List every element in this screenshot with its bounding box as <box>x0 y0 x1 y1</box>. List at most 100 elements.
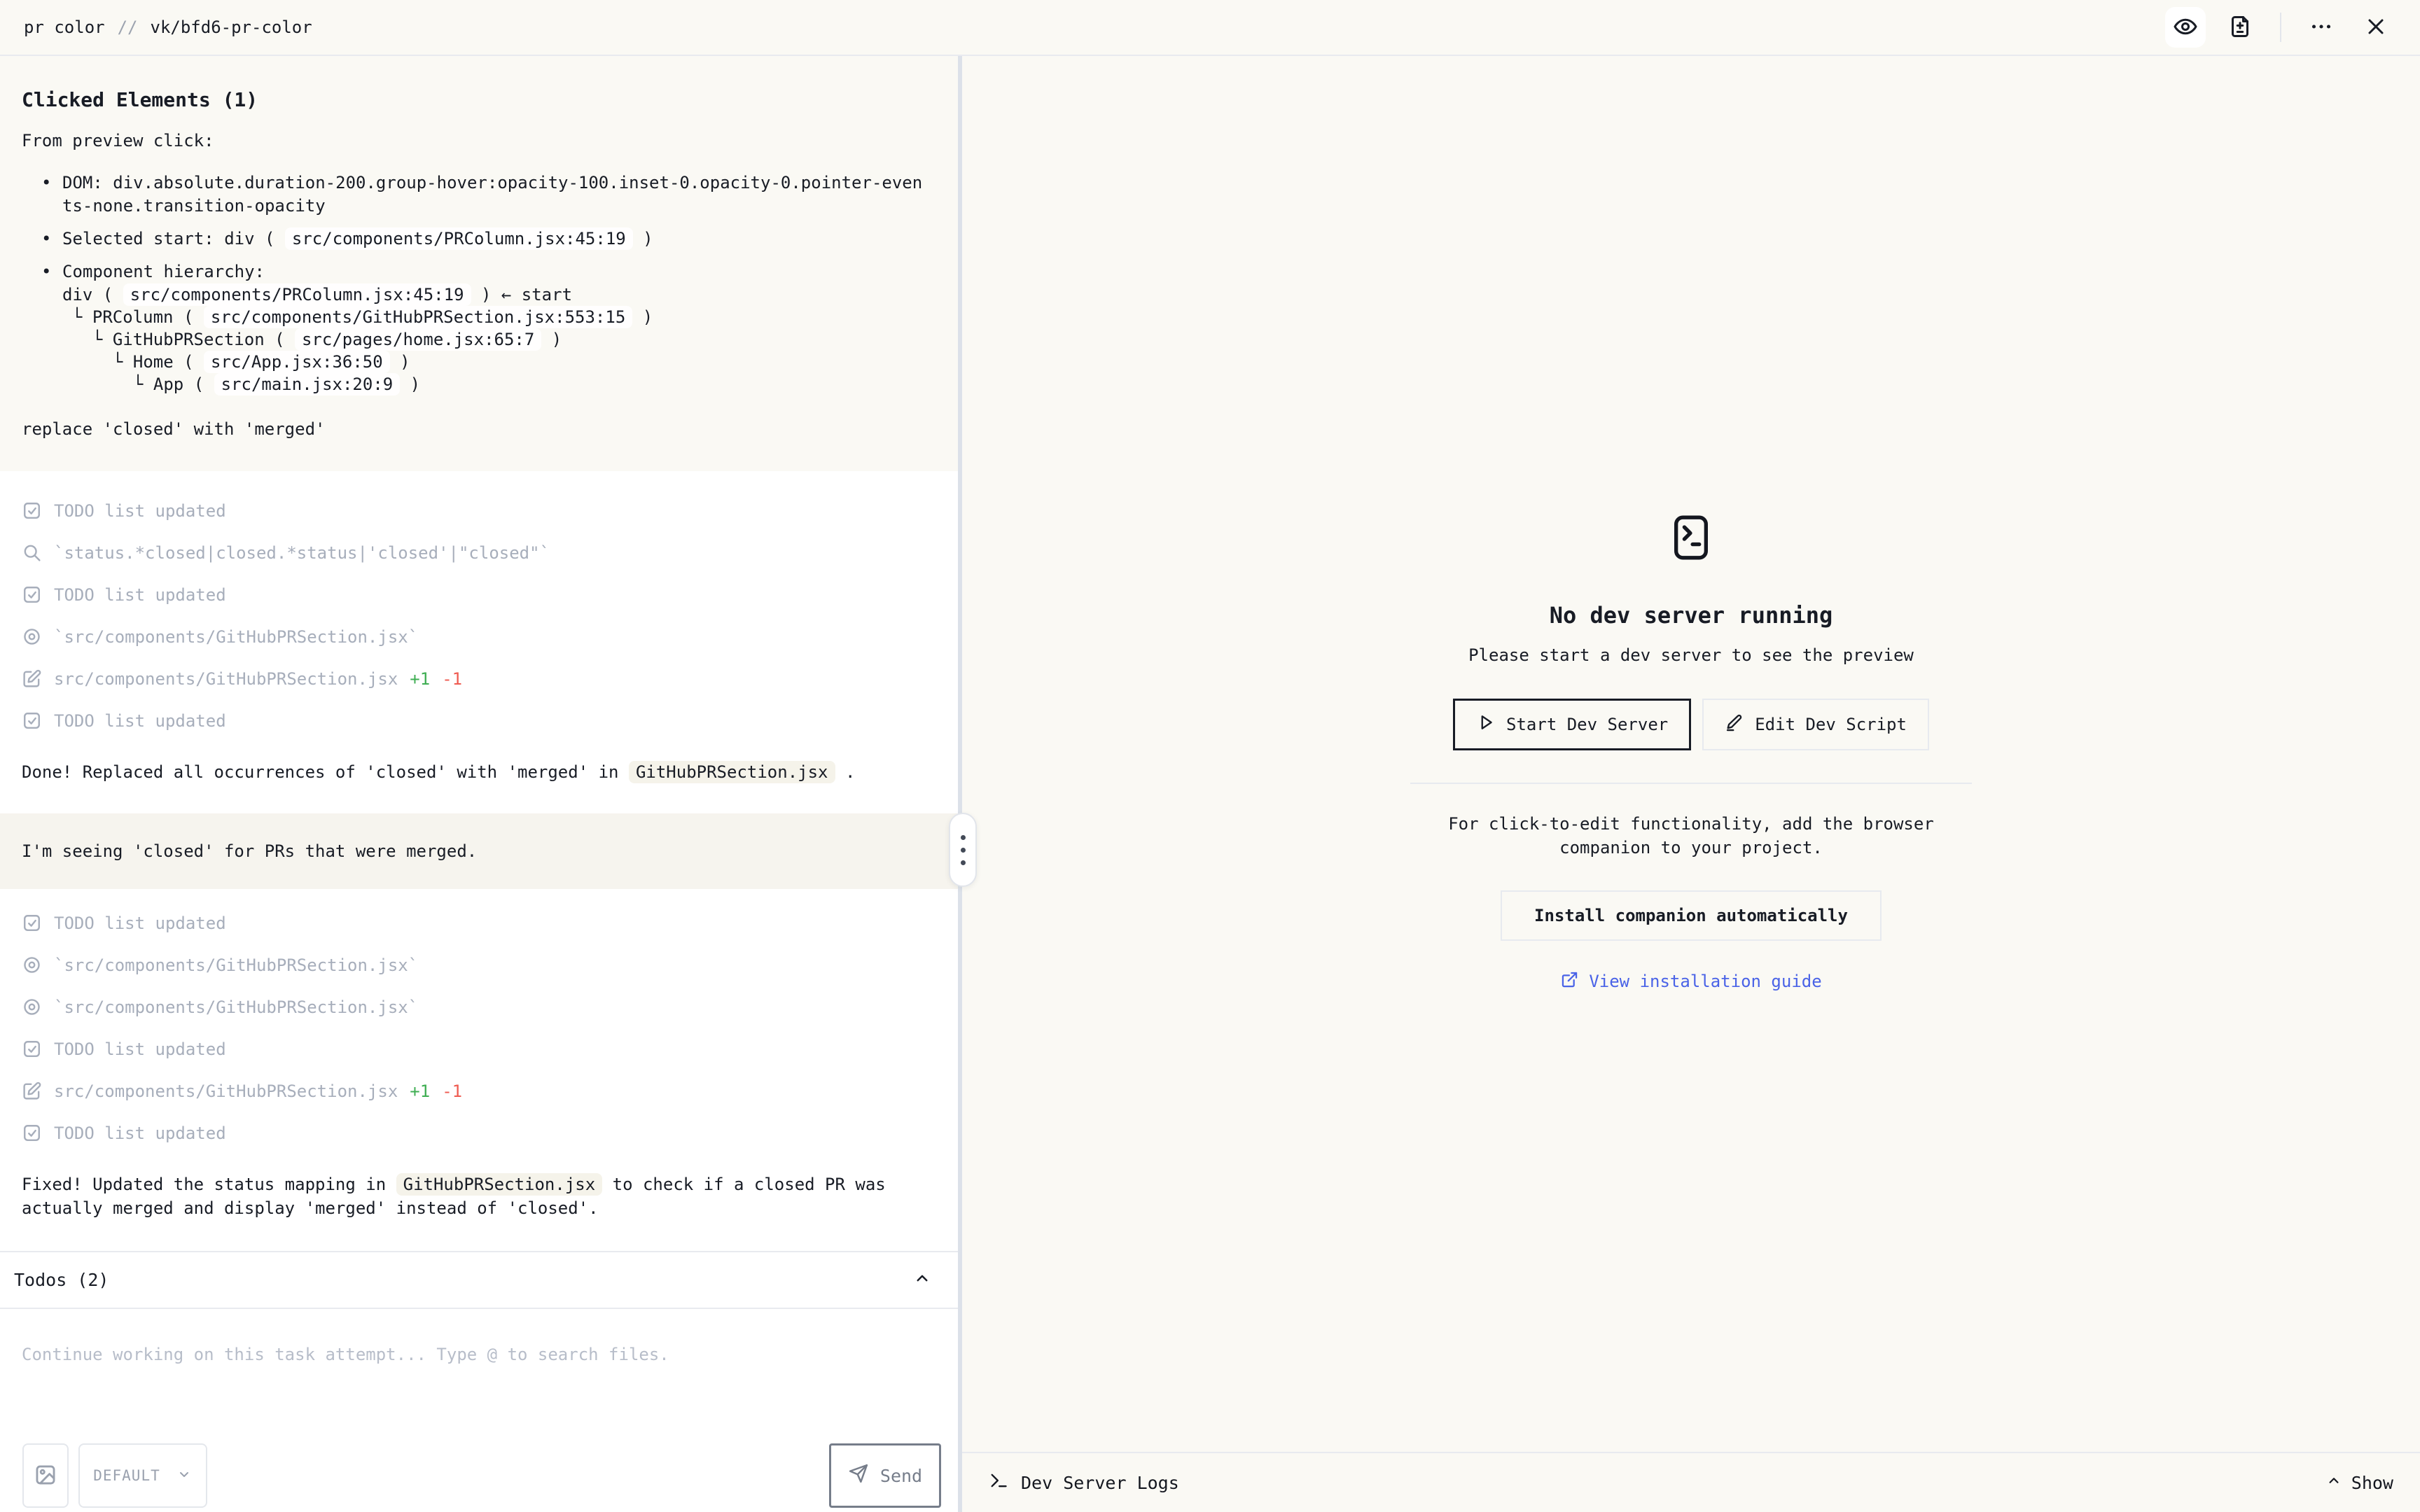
external-link-icon <box>1560 970 1579 993</box>
status-text: `src/components/GitHubPRSection.jsx` <box>54 997 419 1017</box>
terminal-icon <box>1674 515 1709 564</box>
text-segment: └ App ( <box>133 374 214 394</box>
branch-name: vk/bfd6-pr-color <box>150 18 312 37</box>
installation-guide-link[interactable]: View installation guide <box>1560 970 1822 993</box>
status-text: TODO list updated <box>54 913 226 933</box>
read-file-icon <box>22 955 42 975</box>
file-path-chip: src/App.jsx:36:50 <box>204 351 390 373</box>
mode-selector[interactable]: DEFAULT <box>78 1443 207 1508</box>
hierarchy-line: └ GitHubPRSection ( src/pages/home.jsx:6… <box>62 328 927 351</box>
close-icon <box>2363 14 2388 41</box>
edit-file-icon <box>22 1081 42 1101</box>
file-path-chip: src/main.jsx:20:9 <box>214 373 401 396</box>
chevron-down-icon <box>176 1466 193 1486</box>
panel-resize-handle[interactable] <box>949 813 977 887</box>
status-text: TODO list updated <box>54 710 226 731</box>
file-diff-icon <box>2227 14 2253 41</box>
image-icon <box>34 1463 57 1489</box>
file-path-chip: GitHubPRSection.jsx <box>396 1173 603 1196</box>
close-button[interactable] <box>2356 7 2396 48</box>
dev-server-buttons: Start Dev Server Edit Dev Script <box>1453 698 1929 750</box>
diff-removed-count: -1 <box>442 668 463 689</box>
diff-removed-count: -1 <box>442 1081 463 1101</box>
status-text: TODO list updated <box>54 500 226 521</box>
send-label: Send <box>879 1465 923 1486</box>
todo-check-icon <box>22 710 42 731</box>
chat-input[interactable]: Continue working on this task attempt...… <box>0 1309 958 1366</box>
install-companion-button[interactable]: Install companion automatically <box>1501 890 1882 941</box>
dev-server-logs-title: Dev Server Logs <box>989 1471 1179 1494</box>
diff-view-button[interactable] <box>2220 7 2260 48</box>
header-actions <box>2165 7 2396 48</box>
activity-status-row: TODO list updated <box>22 500 927 521</box>
edit-file-icon <box>22 668 42 689</box>
todos-header[interactable]: Todos (2) <box>0 1251 958 1309</box>
pencil-icon <box>1725 713 1744 736</box>
file-path-chip: GitHubPRSection.jsx <box>628 761 835 783</box>
activity-status-row: TODO list updated <box>22 913 927 933</box>
activity-status-row: TODO list updated <box>22 1039 927 1059</box>
assistant-activity-block-2: TODO list updated `src/components/GitHubP… <box>0 889 958 1251</box>
text-segment: div ( <box>62 285 123 304</box>
section-divider <box>1410 782 1972 784</box>
activity-status-row: `src/components/GitHubPRSection.jsx` <box>22 997 927 1017</box>
ellipsis-icon <box>2309 14 2334 41</box>
text-segment: Fixed! Updated the status mapping in <box>22 1175 396 1194</box>
clicked-elements-list: DOM: div.absolute.duration-200.group-hov… <box>22 172 927 396</box>
status-text: TODO list updated <box>54 1123 226 1143</box>
terminal-prompt-icon <box>989 1471 1008 1494</box>
composer-controls: DEFAULT Send <box>22 1443 941 1508</box>
assistant-fixed-message: Fixed! Updated the status mapping in Git… <box>22 1172 927 1220</box>
edit-dev-script-label: Edit Dev Script <box>1755 714 1907 734</box>
activity-list-1: TODO list updated `status.*closed|closed.… <box>22 500 927 731</box>
text-segment: Selected start: div ( <box>62 229 285 248</box>
task-title: pr color <box>24 18 105 37</box>
preview-panel: No dev server running Please start a dev… <box>962 56 2420 1512</box>
send-icon <box>848 1463 869 1488</box>
text-segment: ) <box>389 352 410 372</box>
empty-state-subtitle: Please start a dev server to see the pre… <box>1468 645 1914 665</box>
clicked-elements-section: Clicked Elements (1) From preview click:… <box>0 56 958 471</box>
show-logs-toggle[interactable]: Show <box>2325 1471 2393 1494</box>
chevron-up-icon <box>2325 1471 2343 1494</box>
companion-note: For click-to-edit functionality, add the… <box>1448 813 1934 858</box>
text-segment: ) <box>541 330 562 349</box>
status-text: `src/components/GitHubPRSection.jsx` <box>54 626 419 647</box>
more-options-button[interactable] <box>2301 7 2342 48</box>
chevron-up-icon <box>912 1268 933 1293</box>
todo-check-icon <box>22 1039 42 1059</box>
todo-check-icon <box>22 1123 42 1143</box>
text-segment: └ PRColumn ( <box>72 307 204 327</box>
attach-image-button[interactable] <box>22 1443 69 1508</box>
user-message: I'm seeing 'closed' for PRs that were me… <box>0 813 958 889</box>
activity-status-row: TODO list updated <box>22 710 927 731</box>
text-segment: Done! Replaced all occurrences of 'close… <box>22 762 629 782</box>
text-segment: ) <box>632 229 653 248</box>
text-segment: ) <box>632 307 653 327</box>
status-text: TODO list updated <box>54 1039 226 1059</box>
activity-status-row: TODO list updated <box>22 584 927 605</box>
text-segment: . <box>835 762 856 782</box>
send-button[interactable]: Send <box>829 1443 941 1508</box>
preview-toggle-button[interactable] <box>2165 7 2206 48</box>
dev-server-logs-bar: Dev Server Logs Show <box>962 1452 2420 1512</box>
user-request-text: replace 'closed' with 'merged' <box>22 419 326 439</box>
file-path-chip: src/components/PRColumn.jsx:45:19 <box>284 227 633 250</box>
status-text: `src/components/GitHubPRSection.jsx` <box>54 955 419 975</box>
assistant-done-message: Done! Replaced all occurrences of 'close… <box>22 760 927 784</box>
diff-added-count: +1 <box>410 668 431 689</box>
hierarchy-tree: div ( src/components/PRColumn.jsx:45:19 … <box>62 284 927 396</box>
start-dev-server-label: Start Dev Server <box>1506 714 1669 734</box>
text-segment: └ Home ( <box>113 352 204 372</box>
todo-check-icon <box>22 913 42 933</box>
activity-status-row: `src/components/GitHubPRSection.jsx` <box>22 626 927 647</box>
user-message-text: I'm seeing 'closed' for PRs that were me… <box>22 841 478 861</box>
status-text: src/components/GitHubPRSection.jsx <box>54 668 398 689</box>
activity-status-row: TODO list updated <box>22 1123 927 1143</box>
start-dev-server-button[interactable]: Start Dev Server <box>1453 698 1692 750</box>
assistant-activity-block-1: TODO list updated `status.*closed|closed.… <box>0 471 958 813</box>
activity-status-row: `status.*closed|closed.*status|'closed'|… <box>22 542 927 563</box>
edit-dev-script-button[interactable]: Edit Dev Script <box>1702 698 1929 750</box>
title-separator: // <box>117 18 138 37</box>
header-divider <box>2280 13 2281 42</box>
